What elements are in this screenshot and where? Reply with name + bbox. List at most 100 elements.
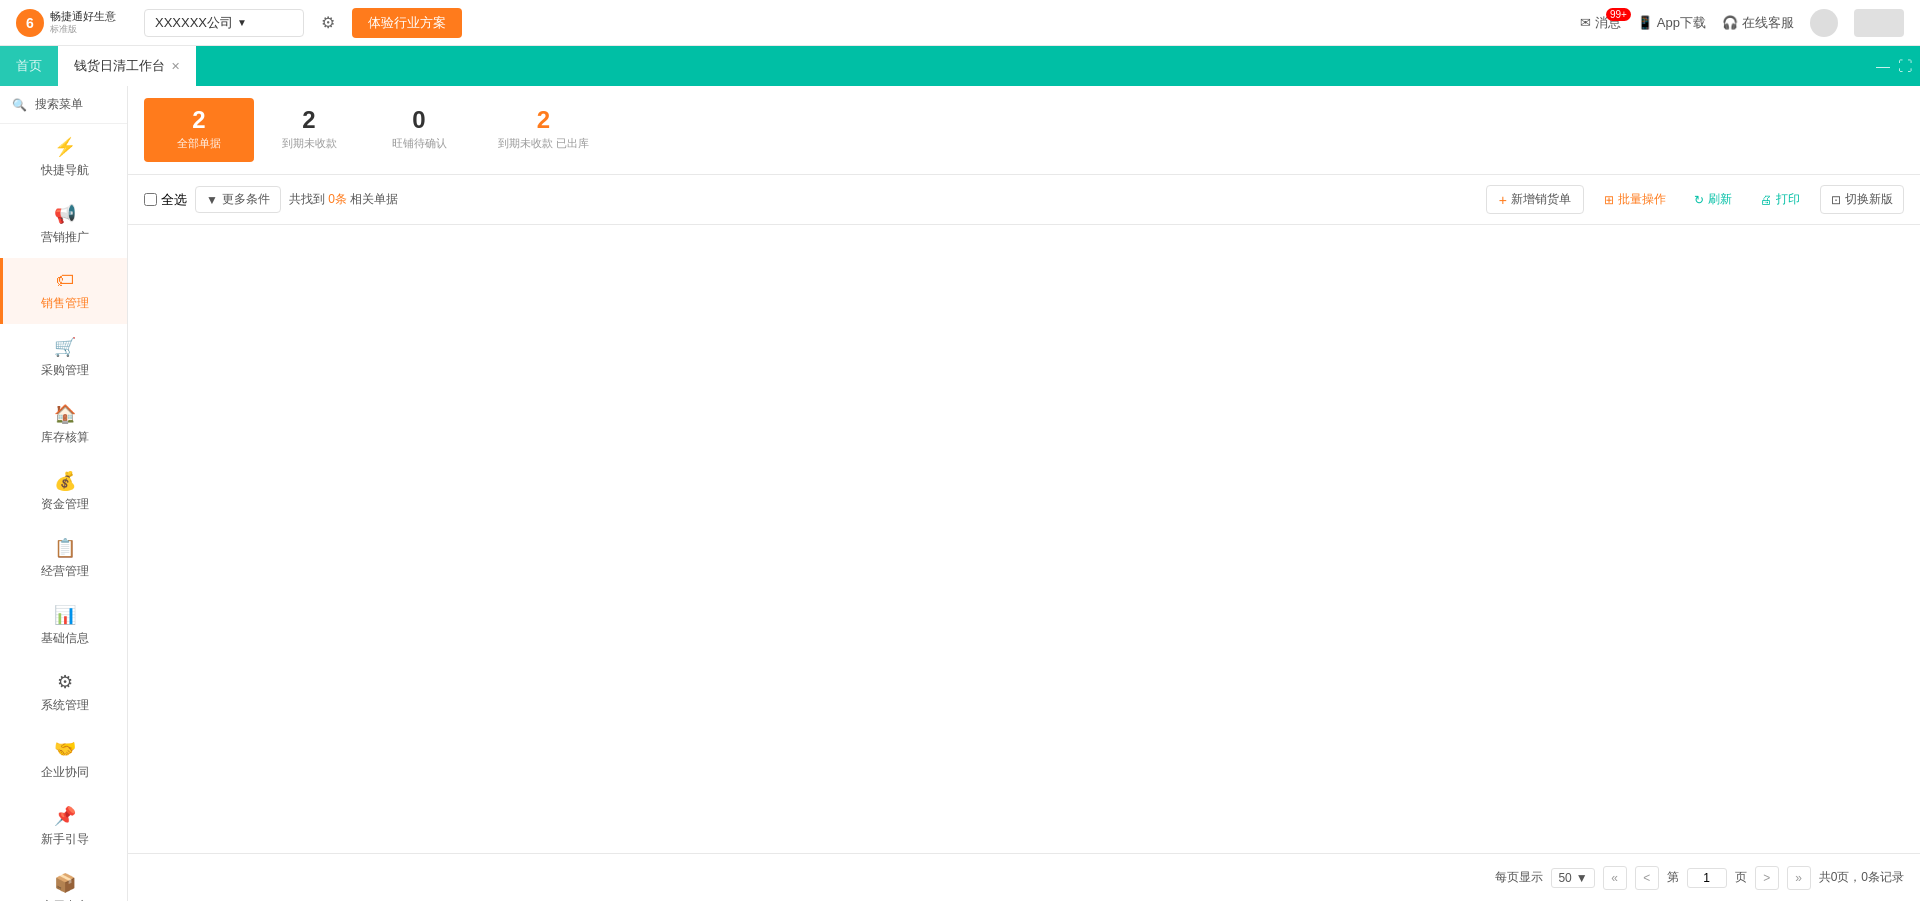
table-area (128, 225, 1920, 853)
avatar[interactable] (1810, 9, 1838, 37)
card-overdue-label: 到期未收款 (282, 136, 337, 151)
prev-page-button[interactable]: < (1635, 866, 1659, 890)
company-selector[interactable]: XXXXXX公司 ▼ (144, 9, 304, 37)
page-label: 第 (1667, 869, 1679, 886)
last-page-button[interactable]: » (1787, 866, 1811, 890)
tab-home[interactable]: 首页 (0, 46, 58, 86)
app-download-button[interactable]: 📱 App下载 (1637, 14, 1706, 32)
sidebar-item-cooperation[interactable]: 🤝 企业协同 (0, 726, 127, 793)
sidebar-label-purchase: 采购管理 (41, 362, 89, 379)
switch-icon: ⊡ (1831, 193, 1841, 207)
apps-icon: 📦 (54, 872, 76, 894)
switch-label: 切换新版 (1845, 191, 1893, 208)
plus-icon: + (1499, 192, 1507, 208)
quick-nav-icon: ⚡ (54, 136, 76, 158)
sidebar: 🔍 搜索菜单 ⚡ 快捷导航 📢 营销推广 🏷 销售管理 🛒 采购管理 🏠 库存核… (0, 86, 128, 901)
card-all-label: 全部单据 (177, 136, 221, 151)
sidebar-item-marketing[interactable]: 📢 营销推广 (0, 191, 127, 258)
card-wangpu-label: 旺铺待确认 (392, 136, 447, 151)
print-button[interactable]: 🖨 打印 (1752, 187, 1808, 212)
card-overdue-number: 2 (302, 106, 315, 134)
add-btn-label: 新增销货单 (1511, 191, 1571, 208)
sidebar-item-inventory[interactable]: 🏠 库存核算 (0, 391, 127, 458)
sidebar-label-cooperation: 企业协同 (41, 764, 89, 781)
sidebar-item-operations[interactable]: 📋 经营管理 (0, 525, 127, 592)
total-records-label: 共0页，0条记录 (1819, 869, 1904, 886)
main-layout: 🔍 搜索菜单 ⚡ 快捷导航 📢 营销推广 🏷 销售管理 🛒 采购管理 🏠 库存核… (0, 86, 1920, 901)
tab-minimize-icon[interactable]: — (1876, 58, 1890, 74)
found-text: 共找到 0条 相关单据 (289, 191, 398, 208)
card-shipped-number: 2 (537, 106, 550, 134)
toolbar-right: + 新增销货单 ⊞ 批量操作 ↻ 刷新 🖨 打印 ⊡ 切换新版 (1486, 185, 1904, 214)
sidebar-search[interactable]: 🔍 搜索菜单 (0, 86, 127, 124)
next-page-button[interactable]: > (1755, 866, 1779, 890)
message-button[interactable]: ✉ 消息 99+ (1580, 14, 1621, 32)
experience-button[interactable]: 体验行业方案 (352, 8, 462, 38)
purchase-icon: 🛒 (54, 336, 76, 358)
toolbar: 全选 ▼ 更多条件 共找到 0条 相关单据 + 新增销货单 ⊞ (128, 175, 1920, 225)
tab-close-icon[interactable]: ✕ (171, 60, 180, 73)
nav-tabs-actions: — ⛶ (1876, 58, 1920, 74)
more-filter-button[interactable]: ▼ 更多条件 (195, 186, 281, 213)
found-count: 0条 (328, 192, 347, 206)
tab-home-label: 首页 (16, 57, 42, 75)
sidebar-item-apps[interactable]: 📦 应用中心 (0, 860, 127, 901)
card-shipped[interactable]: 2 到期未收款 已出库 (474, 98, 613, 162)
sidebar-label-system: 系统管理 (41, 697, 89, 714)
tab-cashflow[interactable]: 钱货日清工作台 ✕ (58, 46, 196, 86)
sidebar-item-system[interactable]: ⚙ 系统管理 (0, 659, 127, 726)
sidebar-label-inventory: 库存核算 (41, 429, 89, 446)
sidebar-item-sales[interactable]: 🏷 销售管理 (0, 258, 127, 324)
add-sales-button[interactable]: + 新增销货单 (1486, 185, 1584, 214)
batch-operation-button[interactable]: ⊞ 批量操作 (1596, 187, 1674, 212)
switch-version-button[interactable]: ⊡ 切换新版 (1820, 185, 1904, 214)
first-page-button[interactable]: « (1603, 866, 1627, 890)
app-download-icon: 📱 (1637, 15, 1653, 30)
found-suffix: 相关单据 (350, 192, 398, 206)
marketing-icon: 📢 (54, 203, 76, 225)
company-name: XXXXXX公司 (155, 14, 233, 32)
tab-cashflow-label: 钱货日清工作台 (74, 57, 165, 75)
found-prefix: 共找到 (289, 192, 325, 206)
sidebar-item-finance[interactable]: 💰 资金管理 (0, 458, 127, 525)
sidebar-item-basics[interactable]: 📊 基础信息 (0, 592, 127, 659)
message-icon: ✉ (1580, 15, 1591, 30)
sidebar-label-marketing: 营销推广 (41, 229, 89, 246)
print-label: 打印 (1776, 191, 1800, 208)
tab-maximize-icon[interactable]: ⛶ (1898, 58, 1912, 74)
card-wangpu[interactable]: 0 旺铺待确认 (364, 98, 474, 162)
summary-cards: 2 全部单据 2 到期未收款 0 旺铺待确认 2 到期未收款 已出库 (128, 86, 1920, 175)
search-menu-label: 搜索菜单 (35, 96, 83, 113)
batch-label: 批量操作 (1618, 191, 1666, 208)
page-input[interactable] (1687, 868, 1727, 888)
inventory-icon: 🏠 (54, 403, 76, 425)
app-download-label: App下载 (1657, 14, 1706, 32)
sidebar-item-guide[interactable]: 📌 新手引导 (0, 793, 127, 860)
online-service-button[interactable]: 🎧 在线客服 (1722, 14, 1794, 32)
sidebar-label-quick-nav: 快捷导航 (41, 162, 89, 179)
message-badge: 99+ (1606, 8, 1631, 21)
basics-icon: 📊 (54, 604, 76, 626)
select-all-label: 全选 (161, 191, 187, 209)
select-all-input[interactable] (144, 193, 157, 206)
card-wangpu-number: 0 (412, 106, 425, 134)
username-display[interactable] (1854, 9, 1904, 37)
sidebar-label-sales: 销售管理 (41, 295, 89, 312)
sidebar-item-quick-nav[interactable]: ⚡ 快捷导航 (0, 124, 127, 191)
nav-tabs: 首页 钱货日清工作台 ✕ — ⛶ (0, 46, 1920, 86)
card-all[interactable]: 2 全部单据 (144, 98, 254, 162)
select-all-checkbox[interactable]: 全选 (144, 191, 187, 209)
sidebar-label-finance: 资金管理 (41, 496, 89, 513)
per-page-select[interactable]: 50 ▼ (1551, 868, 1594, 888)
toolbar-left: 全选 ▼ 更多条件 共找到 0条 相关单据 (144, 186, 1478, 213)
top-bar: 6 畅捷通好生意 标准版 XXXXXX公司 ▼ ⚙ 体验行业方案 ✉ 消息 99… (0, 0, 1920, 46)
card-overdue[interactable]: 2 到期未收款 (254, 98, 364, 162)
settings-icon[interactable]: ⚙ (312, 7, 344, 39)
refresh-button[interactable]: ↻ 刷新 (1686, 187, 1740, 212)
system-icon: ⚙ (57, 671, 73, 693)
logo-icon: 6 (16, 9, 44, 37)
refresh-icon: ↻ (1694, 193, 1704, 207)
sidebar-item-purchase[interactable]: 🛒 采购管理 (0, 324, 127, 391)
online-service-label: 在线客服 (1742, 14, 1794, 32)
card-shipped-label: 到期未收款 已出库 (498, 136, 589, 151)
